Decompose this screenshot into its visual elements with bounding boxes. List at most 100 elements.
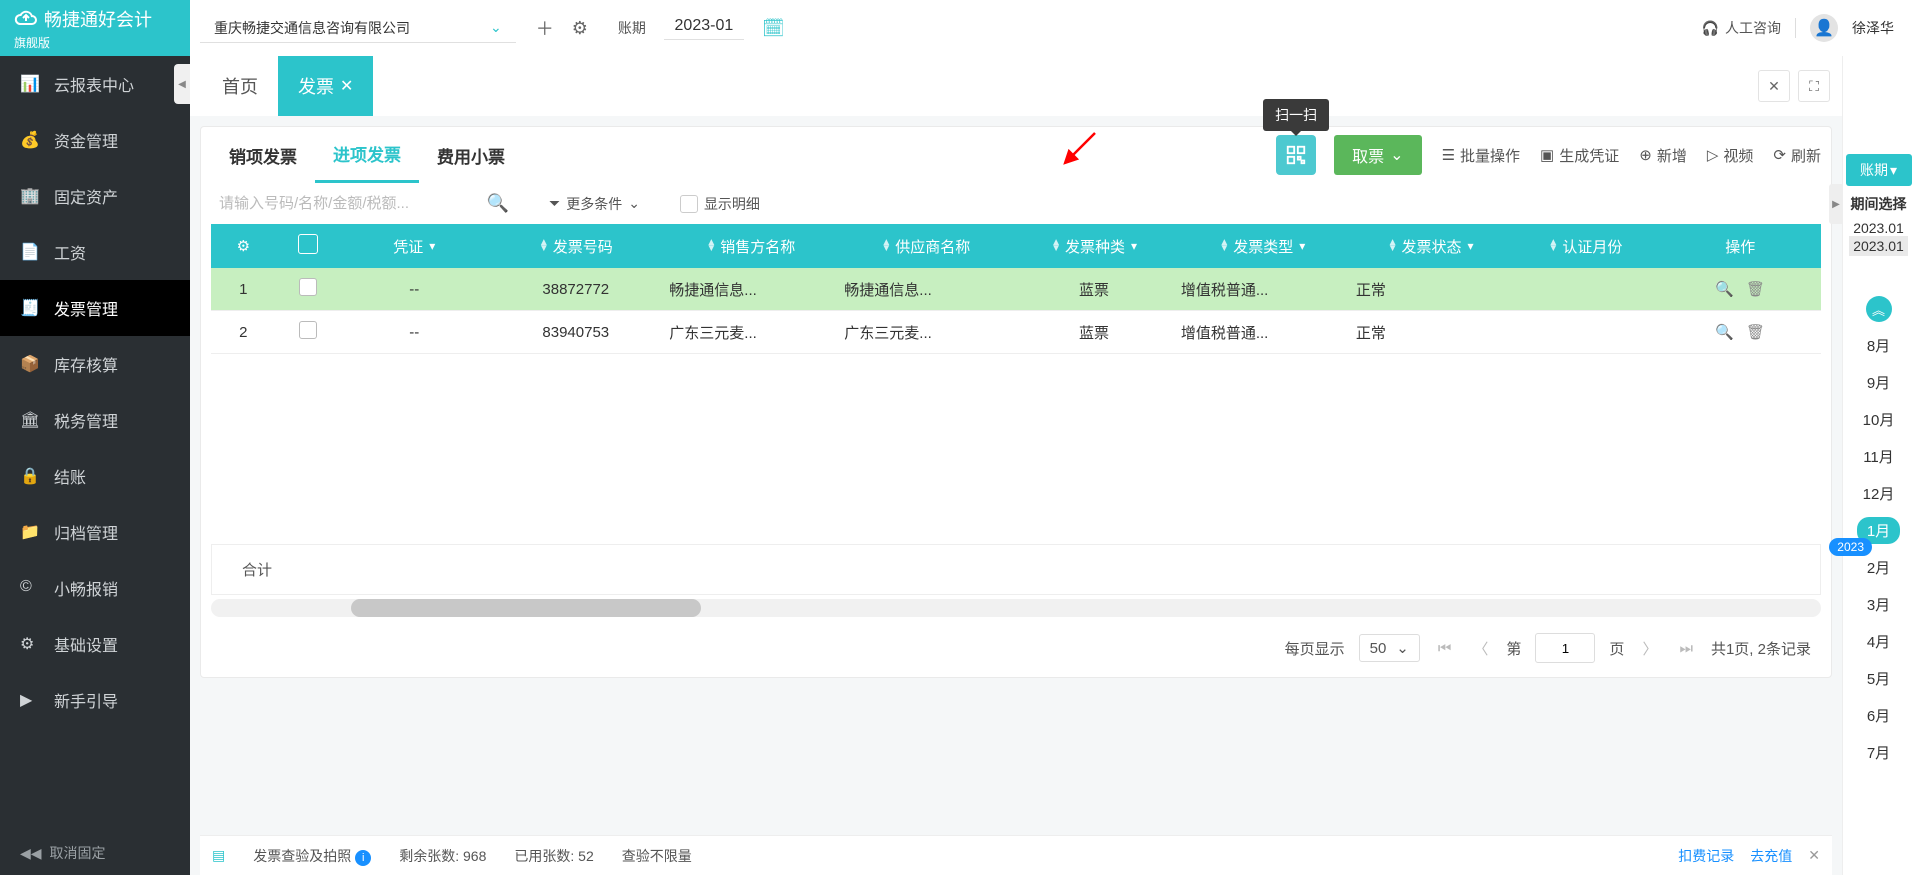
add-label: 新增 bbox=[1657, 145, 1687, 166]
fetch-invoice-label: 取票 bbox=[1352, 143, 1384, 167]
sidebar-item-6[interactable]: 🏛税务管理 bbox=[0, 392, 190, 448]
close-icon[interactable]: ✕ bbox=[1808, 847, 1820, 864]
close-all-tabs[interactable]: ✕ bbox=[1758, 70, 1790, 102]
sidebar-item-11[interactable]: ▶新手引导 bbox=[0, 672, 190, 728]
col-voucher[interactable]: 凭证▾ bbox=[340, 224, 488, 268]
month-10[interactable]: 6月 bbox=[1857, 702, 1900, 729]
scrollbar-thumb[interactable] bbox=[351, 599, 701, 617]
delete-icon[interactable]: 🗑 bbox=[1746, 324, 1765, 341]
sidebar-item-8[interactable]: 📁归档管理 bbox=[0, 504, 190, 560]
row-checkbox[interactable] bbox=[299, 321, 317, 339]
company-selector[interactable]: 重庆畅捷交通信息咨询有限公司 ⌄ bbox=[200, 13, 516, 43]
pager-first[interactable]: ⏮ bbox=[1434, 640, 1456, 657]
view-icon[interactable]: 🔍 bbox=[1715, 281, 1734, 298]
per-page-select[interactable]: 50⌄ bbox=[1359, 634, 1420, 662]
tab-0[interactable]: 首页 bbox=[202, 56, 278, 116]
gear-icon[interactable]: ⚙ bbox=[237, 238, 250, 255]
page-input[interactable] bbox=[1535, 633, 1595, 663]
search-icon[interactable]: 🔍 bbox=[487, 193, 509, 214]
month-6[interactable]: 2月 bbox=[1857, 554, 1900, 581]
col-seller[interactable]: ▲▼销售方名称 bbox=[663, 224, 838, 268]
sidebar-unpin[interactable]: ◀◀ 取消固定 bbox=[0, 831, 190, 875]
sidebar-icon: 📦 bbox=[20, 354, 40, 374]
select-all-checkbox[interactable] bbox=[298, 234, 318, 254]
row-checkbox[interactable] bbox=[299, 278, 317, 296]
sidebar-item-7[interactable]: 🔒结账 bbox=[0, 448, 190, 504]
col-status[interactable]: ▲▼发票状态▾ bbox=[1350, 224, 1512, 268]
col-supplier[interactable]: ▲▼供应商名称 bbox=[838, 224, 1013, 268]
scroll-up-button[interactable]: ︽ bbox=[1866, 296, 1892, 322]
sidebar-item-10[interactable]: ⚙基础设置 bbox=[0, 616, 190, 672]
sidebar-item-3[interactable]: 📄工资 bbox=[0, 224, 190, 280]
recharge-link[interactable]: 去充值 bbox=[1750, 846, 1792, 866]
batch-action[interactable]: ☰批量操作 bbox=[1442, 145, 1520, 166]
period-value[interactable]: 2023-01 bbox=[664, 17, 744, 40]
type-header: 发票类型 bbox=[1233, 236, 1293, 257]
fee-link[interactable]: 扣费记录 bbox=[1678, 846, 1734, 866]
range-from[interactable]: 2023.01 bbox=[1849, 220, 1908, 236]
plus-circle-icon: ⊕ bbox=[1639, 146, 1652, 164]
info-icon[interactable]: i bbox=[355, 850, 371, 866]
sidebar-item-label: 结账 bbox=[54, 464, 86, 488]
sidebar-item-4[interactable]: 🧾发票管理 bbox=[0, 280, 190, 336]
table-row[interactable]: 2--83940753广东三元麦...广东三元麦...蓝票增值税普通...正常🔍… bbox=[211, 311, 1821, 354]
sidebar-item-0[interactable]: 📊云报表中心 bbox=[0, 56, 190, 112]
month-4[interactable]: 12月 bbox=[1853, 480, 1905, 507]
close-icon[interactable]: ✕ bbox=[340, 76, 353, 96]
month-8[interactable]: 4月 bbox=[1857, 628, 1900, 655]
pager-last[interactable]: ⏭ bbox=[1675, 640, 1697, 657]
month-7[interactable]: 3月 bbox=[1857, 591, 1900, 618]
support-link[interactable]: 🎧 人工咨询 bbox=[1702, 18, 1781, 38]
plus-icon[interactable]: ＋ bbox=[536, 15, 554, 41]
show-detail-toggle[interactable]: 显示明细 bbox=[680, 194, 760, 214]
calendar-icon[interactable]: 🗓 bbox=[762, 18, 785, 39]
more-filters[interactable]: ⏷更多条件⌄ bbox=[549, 194, 640, 214]
col-type[interactable]: ▲▼发票类型▾ bbox=[1175, 224, 1350, 268]
rail-collapse[interactable]: ▶ bbox=[1829, 184, 1843, 224]
gen-voucher-action[interactable]: ▣生成凭证 bbox=[1540, 145, 1619, 166]
delete-icon[interactable]: 🗑 bbox=[1746, 281, 1765, 298]
period-button[interactable]: 账期▾ bbox=[1846, 154, 1912, 186]
month-1[interactable]: 9月 bbox=[1857, 369, 1900, 396]
tab-1[interactable]: 发票✕ bbox=[278, 56, 373, 116]
sidebar-item-1[interactable]: 💰资金管理 bbox=[0, 112, 190, 168]
month-2[interactable]: 10月 bbox=[1853, 406, 1905, 433]
subtab-2[interactable]: 费用小票 bbox=[419, 127, 523, 183]
month-9[interactable]: 5月 bbox=[1857, 665, 1900, 692]
refresh-action[interactable]: ⟳ 刷新 bbox=[1773, 145, 1821, 166]
sidebar-collapse[interactable]: ◀ bbox=[174, 64, 190, 104]
month-0[interactable]: 8月 bbox=[1857, 332, 1900, 359]
unlimited-label: 查验不限量 bbox=[622, 846, 692, 866]
col-cert-month[interactable]: ▲▼认证月份 bbox=[1511, 224, 1659, 268]
avatar[interactable]: 👤 bbox=[1810, 14, 1838, 42]
video-action[interactable]: ▷视频 bbox=[1707, 145, 1754, 166]
fetch-invoice-button[interactable]: 取票⌄ bbox=[1334, 135, 1421, 175]
filter-icon: ▾ bbox=[1299, 239, 1305, 253]
col-category[interactable]: ▲▼发票种类▾ bbox=[1013, 224, 1175, 268]
refresh-label: 刷新 bbox=[1791, 145, 1821, 166]
scan-button[interactable] bbox=[1276, 135, 1316, 175]
add-action[interactable]: ⊕ 新增 bbox=[1639, 145, 1687, 166]
view-icon[interactable]: 🔍 bbox=[1715, 324, 1734, 341]
subtab-1[interactable]: 进项发票 bbox=[315, 127, 419, 183]
pager-prev[interactable]: 〈 bbox=[1469, 638, 1492, 659]
range-to[interactable]: 2023.01 bbox=[1849, 236, 1908, 256]
scan-tooltip: 扫一扫 bbox=[1263, 99, 1329, 131]
month-3[interactable]: 11月 bbox=[1853, 443, 1904, 470]
sidebar-item-9[interactable]: ©小畅报销 bbox=[0, 560, 190, 616]
row-index: 1 bbox=[211, 268, 276, 311]
table-row[interactable]: 1--38872772畅捷通信息...畅捷通信息...蓝票增值税普通...正常🔍… bbox=[211, 268, 1821, 311]
gear-icon[interactable]: ⚙ bbox=[572, 18, 588, 39]
search-input[interactable] bbox=[219, 195, 479, 212]
fullscreen-button[interactable]: ⛶ bbox=[1798, 70, 1830, 102]
used-value: 52 bbox=[578, 848, 594, 864]
horizontal-scrollbar[interactable] bbox=[211, 599, 1821, 617]
subtab-0[interactable]: 销项发票 bbox=[211, 127, 315, 183]
sidebar-item-5[interactable]: 📦库存核算 bbox=[0, 336, 190, 392]
pager-next[interactable]: 〉 bbox=[1638, 638, 1661, 659]
sidebar-item-2[interactable]: 🏢固定资产 bbox=[0, 168, 190, 224]
cloud-icon bbox=[14, 7, 38, 31]
month-11[interactable]: 7月 bbox=[1857, 739, 1900, 766]
refresh-icon: ⟳ bbox=[1773, 146, 1786, 164]
col-invoice-no[interactable]: ▲▼发票号码 bbox=[488, 224, 663, 268]
